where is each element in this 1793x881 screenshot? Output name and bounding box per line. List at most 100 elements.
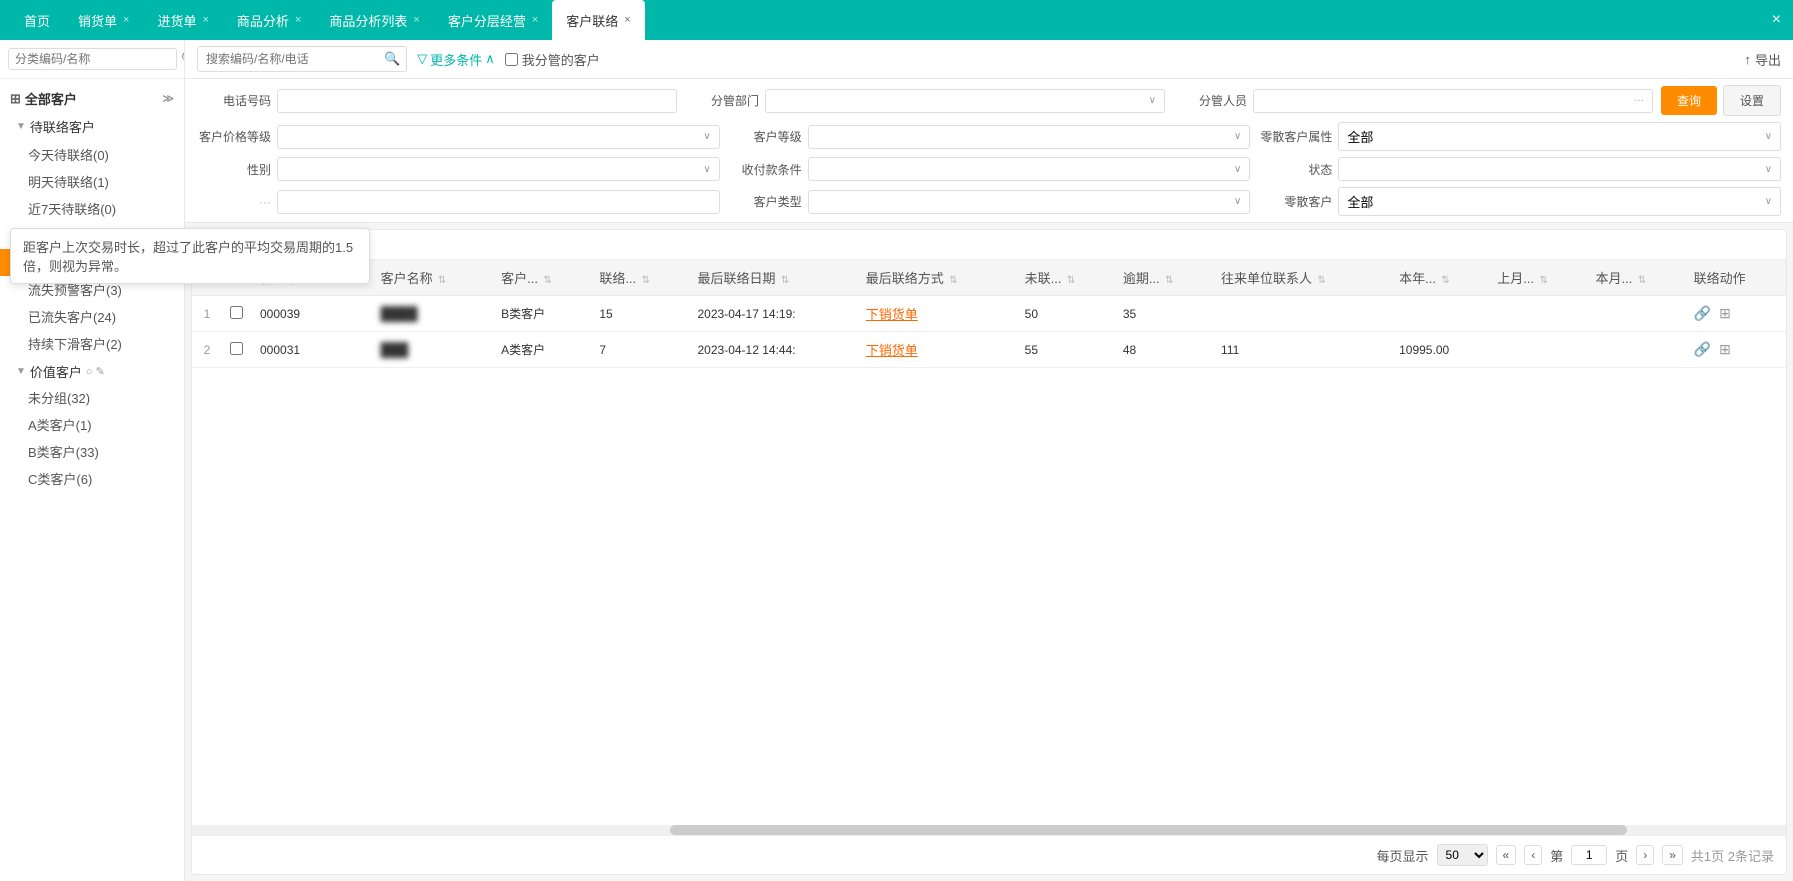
sort-icon[interactable]: ⇅: [543, 275, 551, 286]
sidebar-item-a-class[interactable]: A类客户(1): [0, 411, 184, 438]
nav-item-home[interactable]: 首页: [10, 0, 64, 40]
close-icon[interactable]: ×: [202, 14, 208, 26]
phone-input[interactable]: [277, 89, 677, 113]
status-input[interactable]: [1347, 162, 1764, 176]
row-last-contact-date: 2023-04-12 14:44:: [690, 332, 858, 368]
close-icon[interactable]: ×: [123, 14, 129, 26]
search-button[interactable]: 🔍: [378, 47, 406, 71]
row-actions-cell: 🔗 ⊞: [1686, 332, 1786, 368]
link-action-icon[interactable]: 🔗: [1694, 305, 1711, 322]
search-input[interactable]: [198, 48, 378, 70]
grid-action-icon[interactable]: ⊞: [1719, 305, 1731, 322]
sort-icon[interactable]: ⇅: [1165, 275, 1173, 286]
sort-icon[interactable]: ⇅: [1539, 275, 1547, 286]
my-customers-checkbox[interactable]: [505, 53, 518, 66]
gender-input[interactable]: [286, 162, 703, 176]
nav-item-customer-segment[interactable]: 客户分层经营 ×: [434, 0, 552, 40]
row-this-month: [1587, 332, 1685, 368]
price-level-select[interactable]: ∨: [277, 125, 720, 149]
sort-icon[interactable]: ⇅: [781, 275, 789, 286]
link-action-icon[interactable]: 🔗: [1694, 341, 1711, 358]
sort-icon[interactable]: ⇅: [1317, 275, 1325, 286]
first-page-button[interactable]: «: [1496, 845, 1517, 865]
row-last-contact-method[interactable]: 下销货单: [858, 332, 1017, 368]
th-last-contact-date: 最后联络日期 ⇅: [690, 260, 858, 296]
close-icon[interactable]: ×: [624, 14, 630, 26]
row-checkbox[interactable]: [230, 306, 243, 319]
phone-text-input[interactable]: [286, 94, 668, 108]
extra-select[interactable]: [277, 190, 720, 214]
chevron-down-icon: ∨: [1765, 131, 1772, 142]
export-button[interactable]: ↑ 导出: [1744, 50, 1781, 69]
sort-icon[interactable]: ⇅: [1638, 275, 1646, 286]
close-icon[interactable]: ×: [295, 14, 301, 26]
more-conditions-button[interactable]: ▽ 更多条件 ∧: [417, 50, 495, 69]
prev-page-button[interactable]: ‹: [1524, 845, 1542, 865]
query-button[interactable]: 查询: [1661, 86, 1717, 115]
price-level-input[interactable]: [286, 130, 703, 144]
nav-item-sales[interactable]: 销货单 ×: [64, 0, 143, 40]
manager-select[interactable]: ···: [1253, 89, 1653, 113]
chevron-down-icon: ∨: [1234, 164, 1241, 175]
sidebar-item-b-class[interactable]: B类客户(33): [0, 438, 184, 465]
table-container: ⚙ 客户编码 ⇅: [191, 229, 1787, 875]
row-last-contact-method[interactable]: 下销货单: [858, 296, 1017, 332]
sort-icon[interactable]: ⇅: [949, 275, 957, 286]
sidebar-item-ungrouped[interactable]: 未分组(32): [0, 384, 184, 411]
close-icon[interactable]: ×: [532, 14, 538, 26]
page-number-input[interactable]: [1571, 845, 1607, 865]
retail-attr-select[interactable]: 全部 ∨: [1338, 122, 1781, 151]
sort-icon[interactable]: ⇅: [642, 275, 650, 286]
customer-level-select[interactable]: ∨: [808, 125, 1251, 149]
customer-type-select[interactable]: ∨: [808, 190, 1251, 214]
filter-field-customer-type: 客户类型 ∨: [728, 190, 1251, 214]
value-section-header[interactable]: ▼ 价值客户 ○ ✎: [0, 357, 184, 384]
nav-item-product-analysis[interactable]: 商品分析 ×: [223, 0, 315, 40]
sort-icon[interactable]: ⇅: [438, 275, 446, 286]
row-no-contact: 55: [1017, 332, 1115, 368]
nav-item-purchase[interactable]: 进货单 ×: [143, 0, 222, 40]
manager-input[interactable]: [1262, 94, 1634, 108]
dept-select[interactable]: ∨: [765, 89, 1165, 113]
dept-input[interactable]: [774, 94, 1149, 108]
status-select[interactable]: ∨: [1338, 157, 1781, 181]
retail-customer-select[interactable]: 全部 ∨: [1338, 187, 1781, 216]
sort-icon[interactable]: ⇅: [1067, 275, 1075, 286]
sidebar-item-today[interactable]: 今天待联络(0): [0, 141, 184, 168]
horizontal-scrollbar[interactable]: [192, 825, 1786, 835]
sidebar-item-tomorrow[interactable]: 明天待联络(1): [0, 168, 184, 195]
customer-type-input[interactable]: [817, 195, 1234, 209]
category-search-input[interactable]: [8, 48, 177, 70]
payment-input[interactable]: [817, 162, 1234, 176]
close-icon[interactable]: ×: [413, 14, 419, 26]
collapse-icon[interactable]: ≫: [162, 92, 174, 105]
row-checkbox[interactable]: [230, 342, 243, 355]
sidebar-item-c-class[interactable]: C类客户(6): [0, 465, 184, 492]
scroll-thumb[interactable]: [670, 825, 1626, 835]
customer-level-input[interactable]: [817, 130, 1234, 144]
grid-action-icon[interactable]: ⊞: [1719, 341, 1731, 358]
pending-section-header[interactable]: ▼ 待联络客户: [0, 112, 184, 141]
filter-field-extra: ···: [197, 190, 720, 214]
sidebar-body: ⊞ 全部客户 ≫ ▼ 待联络客户 今天待联络(0) 明天待联络(1) 近7天待联…: [0, 79, 184, 881]
all-customers-title[interactable]: ⊞ 全部客户 ≫: [0, 85, 184, 112]
sidebar-item-declining[interactable]: 持续下滑客户(2): [0, 330, 184, 357]
my-customers-checkbox-wrap: 我分管的客户: [505, 50, 600, 69]
edit-icon[interactable]: ○ ✎: [86, 365, 105, 378]
page-size-select[interactable]: 50 20 100: [1437, 844, 1488, 866]
extra-input[interactable]: [286, 195, 711, 209]
row-this-year: [1391, 296, 1489, 332]
nav-item-product-list[interactable]: 商品分析列表 ×: [315, 0, 433, 40]
sidebar-item-churned[interactable]: 已流失客户(24): [0, 303, 184, 330]
nav-item-customer-contact[interactable]: 客户联络 ×: [552, 0, 644, 40]
row-actions: 🔗 ⊞: [1694, 341, 1778, 358]
row-this-month: [1587, 296, 1685, 332]
payment-select[interactable]: ∨: [808, 157, 1251, 181]
sort-icon[interactable]: ⇅: [1441, 275, 1449, 286]
next-page-button[interactable]: ›: [1636, 845, 1654, 865]
settings-button[interactable]: 设置: [1723, 85, 1781, 116]
gender-select[interactable]: ∨: [277, 157, 720, 181]
last-page-button[interactable]: »: [1662, 845, 1683, 865]
sidebar-item-7days[interactable]: 近7天待联络(0): [0, 195, 184, 222]
close-all-button[interactable]: ×: [1772, 11, 1781, 29]
